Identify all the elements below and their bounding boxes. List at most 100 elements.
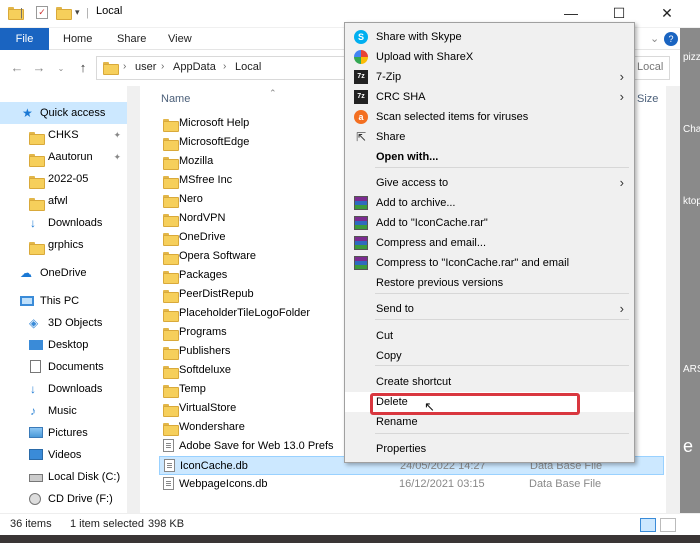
menu-item-copy[interactable]: Copy (345, 346, 634, 366)
large-icons-view-icon[interactable] (660, 518, 676, 532)
menu-item-share-with-skype[interactable]: S Share with Skype (345, 27, 634, 47)
menu-item-label: Share (376, 131, 406, 143)
file-date: 16/12/2021 03:15 (399, 478, 485, 490)
menu-item-give-access-to[interactable]: Give access to › (345, 173, 634, 193)
sidebar-item-cd-drive[interactable]: CD Drive (F:) (0, 488, 127, 510)
menu-separator (375, 433, 629, 434)
sidebar-item-quick-access[interactable]: ★ Quick access (0, 102, 127, 124)
menu-item-send-to[interactable]: Send to › (345, 299, 634, 319)
up-icon[interactable]: ↑ (74, 60, 92, 75)
tab-view[interactable]: View (160, 28, 200, 50)
file-icon (163, 477, 174, 497)
winrar-icon (354, 256, 368, 270)
column-header-name[interactable]: Name (161, 86, 190, 112)
window-title: Local (96, 5, 123, 17)
sidebar-item-onedrive[interactable]: ☁ OneDrive (0, 262, 127, 284)
menu-item-crc-sha[interactable]: 7z CRC SHA › (345, 87, 634, 107)
menu-separator (375, 319, 629, 320)
pin-icon: ✦ (113, 152, 121, 162)
file-name: Microsoft Help (179, 117, 250, 129)
sidebar-item-downloads[interactable]: ↓ Downloads (0, 378, 127, 400)
sidebar-item-label: CD Drive (F:) (48, 493, 113, 505)
sidebar-item-aautorun[interactable]: Aautorun ✦ (0, 146, 127, 168)
sidebar-item-label: Quick access (40, 107, 106, 119)
menu-item-share[interactable]: ⇱ Share (345, 127, 634, 147)
sidebar-item-pictures[interactable]: Pictures (0, 422, 127, 444)
tab-home[interactable]: Home (55, 28, 100, 50)
menu-item-open-with[interactable]: Open with... (345, 147, 634, 167)
sidebar-item-grphics[interactable]: grphics (0, 234, 127, 256)
folder-icon (29, 151, 45, 167)
sidebar-item-label: 2022-05 (48, 173, 89, 185)
file-name: Publishers (179, 345, 231, 357)
file-name: Nero (179, 193, 203, 205)
menu-item-compress-and-email[interactable]: Compress and email... (345, 233, 634, 253)
sidebar-item-label: afwl (48, 195, 68, 207)
file-name: Mozilla (179, 155, 214, 167)
sidebar-item-music[interactable]: ♪ Music (0, 400, 127, 422)
menu-item-cut[interactable]: Cut (345, 326, 634, 346)
file-name: IconCache.db (180, 460, 248, 472)
computer-icon (20, 296, 34, 306)
sidebar-item-label: CHKS (48, 129, 79, 141)
desktop-icon (29, 340, 43, 350)
help-icon[interactable]: ? (664, 32, 678, 46)
download-icon: ↓ (30, 216, 36, 230)
breadcrumb-user[interactable]: user (135, 61, 156, 73)
menu-item-label: Open with... (376, 151, 439, 163)
menu-item-add-to-archive[interactable]: Add to archive... (345, 193, 634, 213)
sidebar-scrollbar[interactable] (127, 86, 140, 513)
menu-item-7-zip[interactable]: 7z 7-Zip › (345, 67, 634, 87)
list-item[interactable]: WebpageIcons.db 16/12/2021 03:15 Data Base… (159, 475, 664, 494)
menu-item-create-shortcut[interactable]: Create shortcut (345, 372, 634, 392)
properties-icon[interactable]: ✓ (36, 6, 48, 19)
menu-item-properties[interactable]: Properties (345, 439, 634, 459)
document-icon (30, 360, 41, 373)
new-folder-icon[interactable] (56, 7, 72, 20)
close-button[interactable]: ✕ (644, 0, 690, 28)
winrar-icon (354, 216, 368, 230)
file-name: VirtualStore (179, 402, 237, 414)
recent-dropdown-icon[interactable]: ⌄ (52, 64, 70, 73)
column-header-size[interactable]: Size (637, 86, 658, 112)
menu-item-restore-previous-versions[interactable]: Restore previous versions (345, 273, 634, 293)
file-name: Adobe Save for Web 13.0 Prefs (179, 440, 334, 452)
menu-item-label: Add to "IconCache.rar" (376, 217, 488, 229)
sidebar-item-downloads-recent[interactable]: ↓ Downloads (0, 212, 127, 234)
sidebar-item-label: Pictures (48, 427, 88, 439)
tab-file[interactable]: File (0, 28, 49, 50)
menu-item-compress-to-iconcache-rar-and-email[interactable]: Compress to "IconCache.rar" and email (345, 253, 634, 273)
menu-item-label: Create shortcut (376, 376, 452, 388)
sidebar-item-2022-05[interactable]: 2022-05 (0, 168, 127, 190)
sidebar-item-local-disk[interactable]: Local Disk (C:) (0, 466, 127, 488)
breadcrumb-appdata[interactable]: AppData (173, 61, 216, 73)
menu-item-rename[interactable]: Rename (345, 412, 634, 432)
forward-icon[interactable]: → (30, 60, 48, 75)
avast-icon: a (354, 110, 368, 124)
file-list-scrollbar[interactable] (666, 86, 680, 513)
search-input[interactable]: Local (637, 61, 663, 73)
taskbar (0, 535, 700, 543)
sidebar-item-3d-objects[interactable]: ◈ 3D Objects (0, 312, 127, 334)
skype-icon: S (354, 30, 368, 44)
file-name: MicrosoftEdge (179, 136, 250, 148)
desktop-text: pizz (683, 52, 700, 63)
sidebar-item-videos[interactable]: Videos (0, 444, 127, 466)
chevron-right-icon: › (619, 89, 624, 104)
details-view-icon[interactable] (640, 518, 656, 532)
sidebar-item-this-pc[interactable]: This PC (0, 290, 127, 312)
chevron-right-icon: › (161, 61, 165, 72)
menu-item-add-to-iconcache-rar[interactable]: Add to "IconCache.rar" (345, 213, 634, 233)
menu-item-label: Copy (376, 350, 402, 362)
music-note-icon: ♪ (30, 404, 36, 418)
menu-item-scan-selected-items-for-viruses[interactable]: a Scan selected items for viruses (345, 107, 634, 127)
breadcrumb-local[interactable]: Local (235, 61, 261, 73)
menu-item-upload-with-sharex[interactable]: Upload with ShareX (345, 47, 634, 67)
sidebar-item-desktop[interactable]: Desktop (0, 334, 127, 356)
sidebar-item-afwl[interactable]: afwl (0, 190, 127, 212)
sidebar-item-documents[interactable]: Documents (0, 356, 127, 378)
tab-share[interactable]: Share (109, 28, 154, 50)
menu-item-label: Cut (376, 330, 394, 342)
sidebar-item-chks[interactable]: CHKS ✦ (0, 124, 127, 146)
back-icon[interactable]: ← (8, 60, 26, 75)
